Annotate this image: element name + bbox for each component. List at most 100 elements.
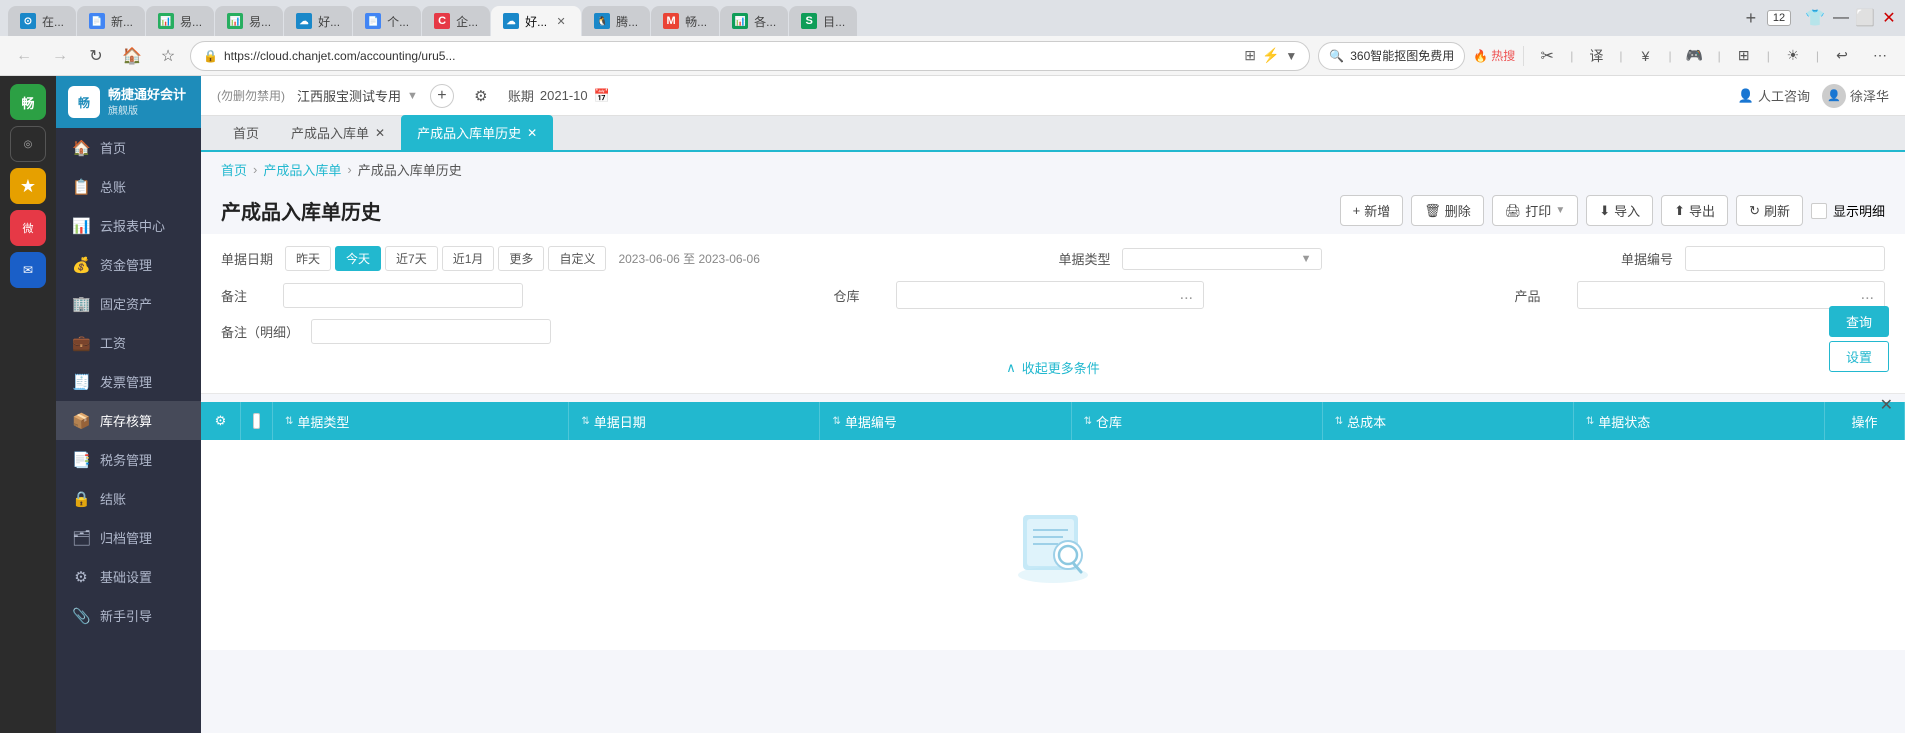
- sidebar-item-settings[interactable]: ⚙ 基础设置: [56, 557, 201, 596]
- tab-inbound-history[interactable]: 产成品入库单历史 ✕: [401, 115, 553, 150]
- browser-tab-3[interactable]: 📊 易...: [146, 6, 214, 36]
- th-type[interactable]: ⇅ 单据类型: [273, 402, 569, 440]
- more-icon[interactable]: ⋯: [1865, 41, 1895, 71]
- collapse-button[interactable]: ∧ 收起更多条件: [221, 354, 1885, 381]
- chanjet-icon[interactable]: 畅: [10, 84, 46, 120]
- address-chevron[interactable]: ▼: [1285, 49, 1297, 63]
- game-icon[interactable]: 🎮: [1680, 41, 1710, 71]
- period-btn-today[interactable]: 今天: [335, 246, 381, 271]
- tab-8-close[interactable]: ✕: [553, 13, 569, 29]
- th-cost[interactable]: ⇅ 总成本: [1323, 402, 1574, 440]
- minimize-button[interactable]: —: [1833, 10, 1849, 26]
- scissors-icon[interactable]: ✂: [1532, 41, 1562, 71]
- browser-tab-1[interactable]: ⊙ 在...: [8, 6, 76, 36]
- sidebar-item-inventory[interactable]: 📦 库存核算: [56, 401, 201, 440]
- query-button[interactable]: 查询: [1829, 306, 1889, 337]
- mail-app-icon[interactable]: ✉: [10, 252, 46, 288]
- sidebar-item-report[interactable]: 📊 云报表中心: [56, 206, 201, 245]
- import-button[interactable]: ⬇ 导入: [1586, 195, 1653, 226]
- calendar-icon[interactable]: 📅: [594, 88, 610, 104]
- tab-home[interactable]: 首页: [217, 115, 275, 150]
- sidebar-item-checkout[interactable]: 🔒 结账: [56, 479, 201, 518]
- sidebar-item-tax[interactable]: 📑 税务管理: [56, 440, 201, 479]
- warehouse-dots[interactable]: ...: [1180, 286, 1193, 304]
- browser-tab-8[interactable]: ☁ 好... ✕: [491, 6, 581, 36]
- translate-icon[interactable]: 译: [1581, 41, 1611, 71]
- page-close-button[interactable]: ✕: [1868, 76, 1905, 733]
- sidebar-item-finance[interactable]: 💰 资金管理: [56, 245, 201, 284]
- setting-button[interactable]: 设置: [1829, 341, 1889, 372]
- sidebar-item-home[interactable]: 🏠 首页: [56, 128, 201, 167]
- period-btn-more[interactable]: 更多: [498, 246, 544, 271]
- browser-tab-10[interactable]: M 畅...: [651, 6, 719, 36]
- browser-tab-5[interactable]: ☁ 好...: [284, 6, 352, 36]
- circle-app-icon[interactable]: ◎: [10, 126, 46, 162]
- grid-icon[interactable]: ⊞: [1244, 47, 1256, 64]
- yuan-icon[interactable]: ¥: [1631, 41, 1661, 71]
- display-checkbox[interactable]: [1811, 203, 1827, 219]
- th-warehouse[interactable]: ⇅ 仓库: [1072, 402, 1323, 440]
- th-checkbox[interactable]: [253, 413, 260, 429]
- maximize-button[interactable]: ⬜: [1857, 10, 1873, 26]
- forward-button[interactable]: →: [46, 42, 74, 70]
- period-btn-yesterday[interactable]: 昨天: [285, 246, 331, 271]
- note-filter-input[interactable]: [283, 283, 523, 308]
- topbar-add-button[interactable]: +: [430, 84, 454, 108]
- hot-search[interactable]: 🔥 热搜: [1473, 47, 1515, 64]
- delete-button[interactable]: 🗑 删除: [1411, 195, 1484, 226]
- undo-icon[interactable]: ↩: [1827, 41, 1857, 71]
- th-date[interactable]: ⇅ 单据日期: [569, 402, 820, 440]
- topbar-settings-button[interactable]: ⚙: [466, 81, 496, 111]
- period-btn-custom[interactable]: 自定义: [548, 246, 606, 271]
- export-button[interactable]: ⬆ 导出: [1661, 195, 1728, 226]
- breadcrumb-inbound[interactable]: 产成品入库单: [263, 160, 341, 179]
- sidebar-item-payroll[interactable]: 💼 工资: [56, 323, 201, 362]
- user-service[interactable]: 👤 人工咨询: [1738, 86, 1810, 105]
- new-tab-button[interactable]: +: [1737, 4, 1765, 32]
- refresh-browser-button[interactable]: ↻: [82, 42, 110, 70]
- note-detail-input[interactable]: [311, 319, 551, 344]
- sidebar-item-ledger[interactable]: 📋 总账: [56, 167, 201, 206]
- browser-tab-6[interactable]: 📄 个...: [353, 6, 421, 36]
- home-browser-button[interactable]: 🏠: [118, 42, 146, 70]
- type-select[interactable]: ▼: [1122, 248, 1322, 270]
- th-settings[interactable]: ⚙: [201, 402, 241, 440]
- period-btn-7days[interactable]: 近7天: [385, 246, 438, 271]
- product-select[interactable]: ...: [1577, 281, 1886, 309]
- tab-inbound[interactable]: 产成品入库单 ✕: [275, 115, 401, 150]
- sun-icon[interactable]: ☀: [1778, 41, 1808, 71]
- shirt-icon[interactable]: 👕: [1805, 8, 1825, 28]
- browser-tab-9[interactable]: 🐧 腾...: [582, 6, 650, 36]
- th-number[interactable]: ⇅ 单据编号: [820, 402, 1071, 440]
- close-button[interactable]: ✕: [1881, 10, 1897, 26]
- th-check[interactable]: [241, 402, 273, 440]
- browser-tab-12[interactable]: S 目...: [789, 6, 857, 36]
- period-btn-1month[interactable]: 近1月: [442, 246, 495, 271]
- tab-inbound-history-close[interactable]: ✕: [527, 126, 537, 140]
- lightning-icon[interactable]: ⚡: [1262, 47, 1279, 64]
- weibo-app-icon[interactable]: 微: [10, 210, 46, 246]
- star-app-icon[interactable]: ★: [10, 168, 46, 204]
- company-selector[interactable]: 江西服宝测试专用 ▼: [297, 86, 418, 105]
- sidebar-item-guide[interactable]: 📎 新手引导: [56, 596, 201, 635]
- refresh-page-button[interactable]: ↻ 刷新: [1736, 195, 1803, 226]
- number-filter-input[interactable]: [1685, 246, 1885, 271]
- sidebar-item-archive[interactable]: 🗂 归档管理: [56, 518, 201, 557]
- browser-tab-4[interactable]: 📊 易...: [215, 6, 283, 36]
- grid2-icon[interactable]: ⊞: [1729, 41, 1759, 71]
- breadcrumb-home[interactable]: 首页: [221, 160, 247, 179]
- browser-tab-11[interactable]: 📊 各...: [720, 6, 788, 36]
- search-box[interactable]: 🔍 360智能抠图免费用: [1318, 42, 1465, 70]
- sidebar-item-invoice[interactable]: 🧾 发票管理: [56, 362, 201, 401]
- sidebar-item-assets[interactable]: 🏢 固定资产: [56, 284, 201, 323]
- browser-tab-2[interactable]: 📄 新...: [77, 6, 145, 36]
- warehouse-select[interactable]: ...: [896, 281, 1205, 309]
- add-button[interactable]: + 新增: [1340, 195, 1404, 226]
- tab-inbound-close[interactable]: ✕: [375, 126, 385, 140]
- bookmark-button[interactable]: ☆: [154, 42, 182, 70]
- back-button[interactable]: ←: [10, 42, 38, 70]
- th-status[interactable]: ⇅ 单据状态: [1574, 402, 1825, 440]
- print-button[interactable]: 🖨 打印 ▼: [1492, 195, 1578, 226]
- browser-tab-7[interactable]: C 企...: [422, 6, 490, 36]
- address-input[interactable]: 🔒 https://cloud.chanjet.com/accounting/u…: [190, 41, 1310, 71]
